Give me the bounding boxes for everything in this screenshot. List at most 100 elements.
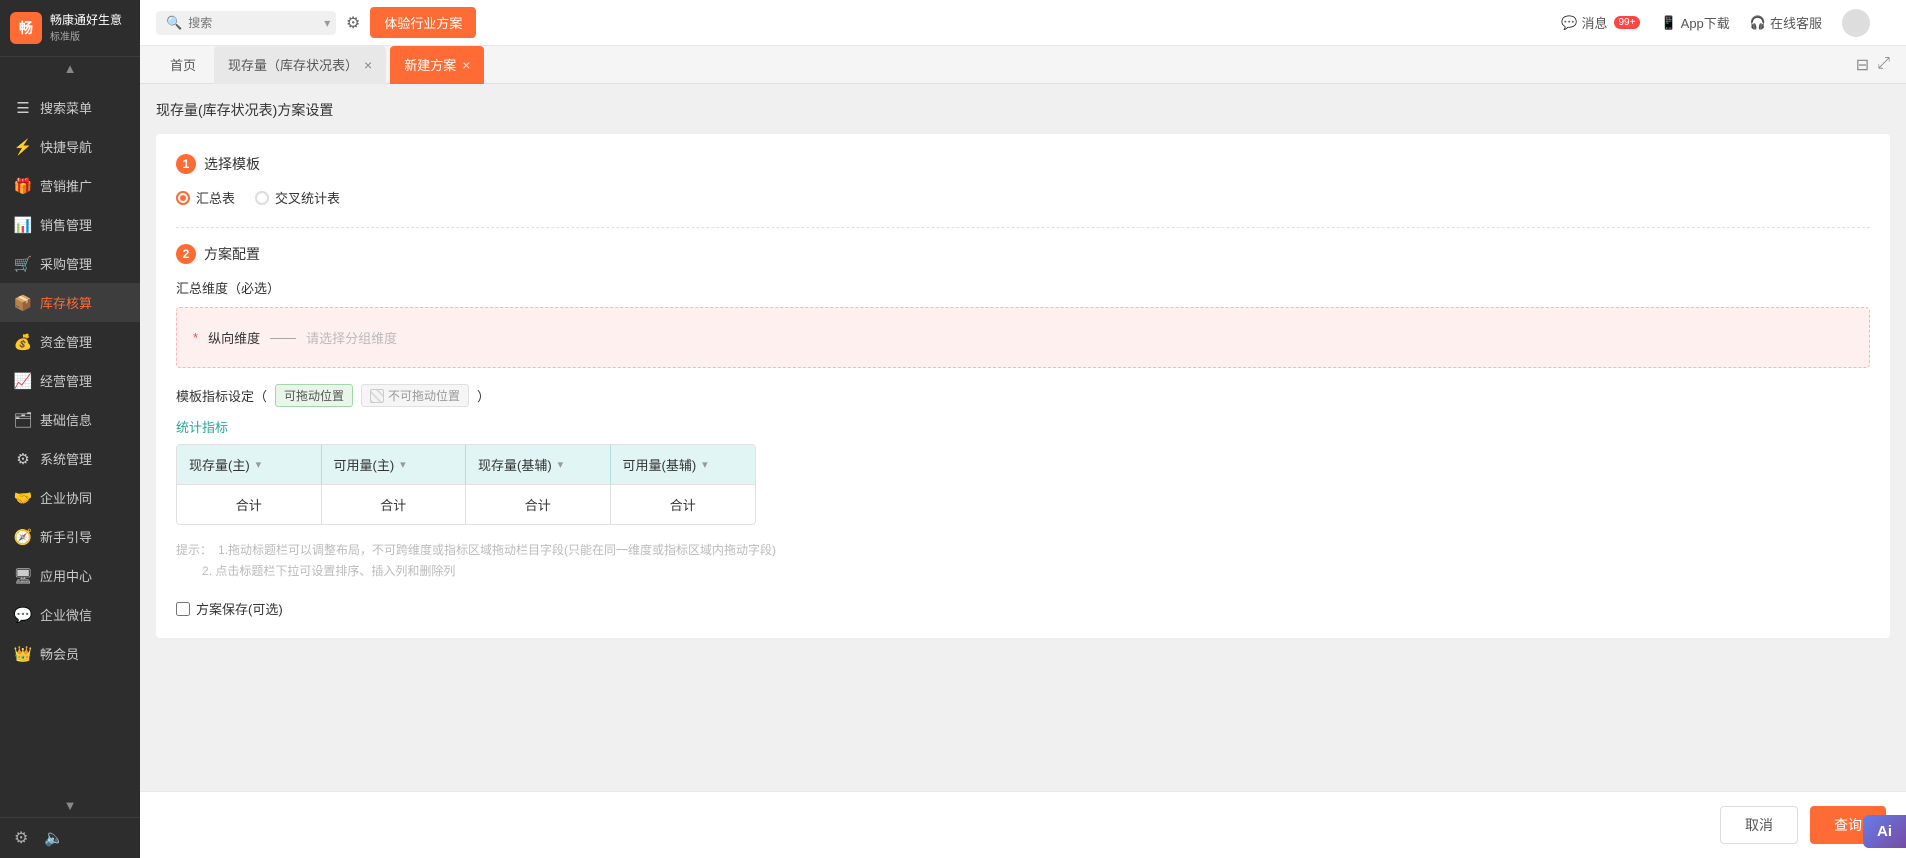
dim-placeholder[interactable]: 请选择分组维度 (306, 328, 397, 347)
tab-new-plan-label: 新建方案 (404, 55, 456, 74)
col-1-chevron-icon[interactable]: ▾ (400, 458, 406, 471)
radio-summary-circle (176, 191, 190, 205)
col-header-2[interactable]: 现存量(基辅) ▾ (466, 445, 611, 484)
page-title: 现存量(库存状况表)方案设置 (156, 100, 1890, 120)
sidebar-scroll-up[interactable]: ▲ (0, 57, 140, 80)
app-download-button[interactable]: 📱 App下载 (1660, 13, 1729, 32)
radio-cross-circle (255, 191, 269, 205)
col-header-3[interactable]: 可用量(基辅) ▾ (611, 445, 756, 484)
sidebar-item-label: 经营管理 (40, 371, 92, 390)
topbar: 🔍 ▾ ⚙ 体验行业方案 💬 消息 99+ 📱 App下载 🎧 在线客服 (140, 0, 1906, 46)
col-header-2-label: 现存量(基辅) (478, 455, 552, 474)
trial-industry-button[interactable]: 体验行业方案 (370, 7, 476, 38)
message-icon: 💬 (1561, 15, 1577, 31)
cancel-button[interactable]: 取消 (1720, 806, 1798, 844)
sidebar-item-label: 畅会员 (40, 644, 79, 663)
tab-inventory-status[interactable]: 现存量（库存状况表） × (214, 46, 386, 84)
sidebar-item-search[interactable]: ☰ 搜索菜单 (0, 88, 140, 127)
wechat-icon: 💬 (14, 606, 32, 624)
tab-new-plan-close-icon[interactable]: × (462, 57, 470, 73)
online-service-button[interactable]: 🎧 在线客服 (1750, 13, 1822, 32)
search-box[interactable]: 🔍 ▾ (156, 11, 336, 35)
user-avatar[interactable] (1842, 9, 1870, 37)
topbar-gear-icon[interactable]: ⚙ (346, 13, 360, 33)
indicator-settings-end: ） (477, 386, 490, 405)
tip-label: 提示： (176, 541, 212, 558)
sidebar-item-label: 营销推广 (40, 176, 92, 195)
col-header-0-label: 现存量(主) (189, 455, 250, 474)
search-icon: 🔍 (166, 15, 182, 31)
sidebar-nav: ☰ 搜索菜单 ⚡ 快捷导航 🎁 营销推广 📊 销售管理 🛒 采购管理 📦 库存核… (0, 80, 140, 794)
sidebar-item-system[interactable]: ⚙ 系统管理 (0, 439, 140, 478)
sound-icon[interactable]: 🔈 (44, 828, 64, 848)
sidebar-item-app-center[interactable]: 🖥 应用中心 (0, 556, 140, 595)
radio-cross-label: 交叉统计表 (275, 188, 340, 207)
col-3-chevron-icon[interactable]: ▾ (702, 458, 708, 471)
marketing-icon: 🎁 (14, 177, 32, 195)
col-header-0[interactable]: 现存量(主) ▾ (177, 445, 322, 484)
content-wrapper: 现存量(库存状况表)方案设置 1 选择模板 汇总表 (140, 84, 1906, 858)
expand-icon[interactable]: ⤢ (1877, 55, 1890, 75)
message-badge: 99+ (1614, 16, 1641, 29)
indicator-settings-label: 模板指标设定（ (176, 386, 267, 405)
stats-cell-0-3: 合计 (611, 484, 756, 524)
sidebar-item-sales[interactable]: 📊 销售管理 (0, 205, 140, 244)
dim-dash: —— (270, 330, 296, 345)
message-button[interactable]: 💬 消息 99+ (1561, 13, 1640, 32)
save-label: 方案保存(可选) (196, 599, 283, 618)
stats-table: 现存量(主) ▾ 可用量(主) ▾ 现存量(基辅) ▾ (176, 444, 756, 525)
sidebar-item-label: 新手引导 (40, 527, 92, 546)
sidebar-item-quicknav[interactable]: ⚡ 快捷导航 (0, 127, 140, 166)
sidebar-item-wechat[interactable]: 💬 企业微信 (0, 595, 140, 634)
col-0-chevron-icon[interactable]: ▾ (256, 458, 262, 471)
sidebar-item-operations[interactable]: 📈 经营管理 (0, 361, 140, 400)
tip-0-text: 1.拖动标题栏可以调整布局，不可跨维度或指标区域拖动栏目字段(只能在同一维度或指… (218, 541, 776, 558)
movable-badge: 可拖动位置 (275, 384, 353, 407)
appcenter-icon: 🖥 (14, 567, 32, 585)
stats-table-body: 合计 合计 合计 合计 (177, 484, 755, 524)
sidebar-item-inventory[interactable]: 📦 库存核算 (0, 283, 140, 322)
settings-icon[interactable]: ⚙ (14, 828, 28, 848)
sidebar-item-label: 系统管理 (40, 449, 92, 468)
save-checkbox[interactable] (176, 602, 190, 616)
sidebar-item-marketing[interactable]: 🎁 营销推广 (0, 166, 140, 205)
col-header-1-label: 可用量(主) (334, 455, 395, 474)
sidebar-scroll-down[interactable]: ▼ (0, 794, 140, 817)
radio-cross-table[interactable]: 交叉统计表 (255, 188, 340, 207)
sidebar-item-label: 基础信息 (40, 410, 92, 429)
sidebar-bottom: ⚙ 🔈 (0, 817, 140, 858)
member-icon: 👑 (14, 645, 32, 663)
sidebar-item-finance[interactable]: 💰 资金管理 (0, 322, 140, 361)
ai-badge[interactable]: Ai (1863, 815, 1906, 848)
tab-home[interactable]: 首页 (156, 46, 210, 84)
operations-icon: 📈 (14, 372, 32, 390)
quicknav-icon: ⚡ (14, 138, 32, 156)
minimize-icon[interactable]: ⊟ (1856, 55, 1869, 75)
tip-1: 2. 点击标题栏下拉可设置排序、插入列和删除列 (176, 562, 1870, 579)
radio-summary-table[interactable]: 汇总表 (176, 188, 235, 207)
vertical-dim-label: 纵向维度 (208, 328, 260, 347)
logo-text: 畅康通好生意 标准版 (50, 13, 122, 44)
step1-section: 1 选择模板 汇总表 交叉统计表 (176, 154, 1870, 207)
stats-cell-0-2: 合计 (466, 484, 611, 524)
message-label: 消息 (1581, 13, 1607, 32)
search-input[interactable] (188, 16, 318, 30)
tab-expand-area: ⊟ ⤢ (1856, 55, 1890, 75)
online-service-label: 在线客服 (1770, 13, 1822, 32)
save-option: 方案保存(可选) (176, 599, 1870, 618)
col-2-chevron-icon[interactable]: ▾ (558, 458, 564, 471)
required-star: * (193, 330, 198, 345)
sidebar-item-purchase[interactable]: 🛒 采购管理 (0, 244, 140, 283)
col-header-1[interactable]: 可用量(主) ▾ (322, 445, 467, 484)
topbar-right: 💬 消息 99+ 📱 App下载 🎧 在线客服 (1561, 9, 1890, 37)
sidebar-item-guide[interactable]: 🧭 新手引导 (0, 517, 140, 556)
tip-1-text: 2. 点击标题栏下拉可设置排序、插入列和删除列 (202, 562, 455, 579)
sidebar-item-member[interactable]: 👑 畅会员 (0, 634, 140, 673)
sidebar-item-basic-info[interactable]: 🗂 基础信息 (0, 400, 140, 439)
tab-inventory-close-icon[interactable]: × (364, 57, 372, 73)
sidebar-item-enterprise[interactable]: 🤝 企业协同 (0, 478, 140, 517)
search-chevron-icon[interactable]: ▾ (324, 16, 330, 30)
tab-new-plan[interactable]: 新建方案 × (390, 46, 484, 84)
col-header-3-label: 可用量(基辅) (623, 455, 697, 474)
tips-section: 提示： 1.拖动标题栏可以调整布局，不可跨维度或指标区域拖动栏目字段(只能在同一… (176, 541, 1870, 579)
